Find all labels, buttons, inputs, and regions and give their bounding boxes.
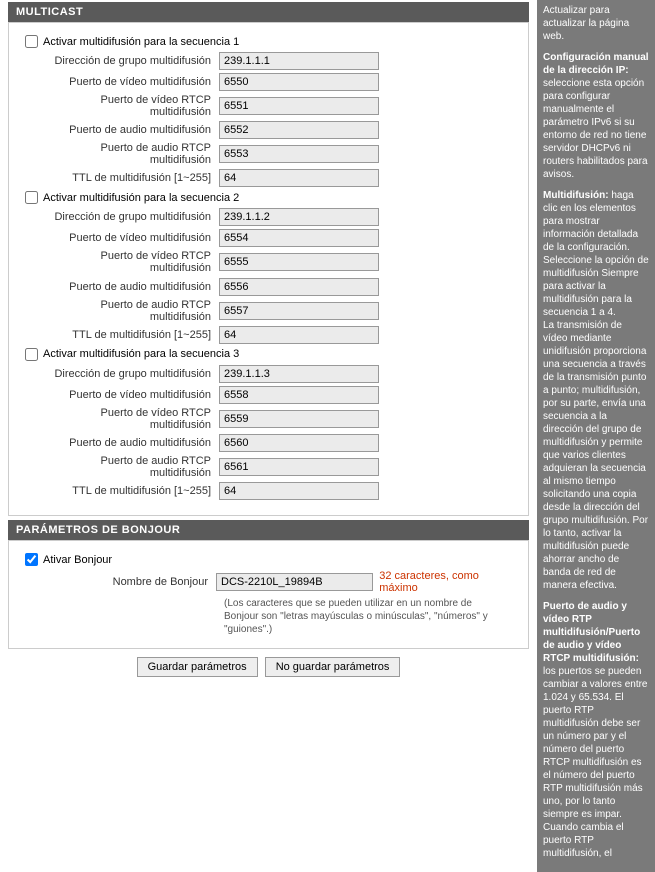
multicast-group-address-input[interactable] — [219, 365, 379, 383]
multicast-body: Activar multidifusión para la secuencia … — [8, 22, 529, 516]
multicast-ttl-input[interactable] — [219, 169, 379, 187]
multicast-video-rtcp-port-label: Puerto de vídeo RTCP multidifusión — [39, 407, 219, 431]
bonjour-name-label: Nombre de Bonjour — [39, 576, 216, 588]
bonjour-name-input[interactable] — [216, 573, 373, 591]
multicast-video-port-label: Puerto de vídeo multidifusión — [39, 232, 219, 244]
bonjour-header: PARÁMETROS DE BONJOUR — [8, 520, 529, 540]
help-sidebar: Actualizar para actualizar la página web… — [537, 0, 655, 872]
multicast-video-rtcp-port-input[interactable] — [219, 253, 379, 271]
cancel-button[interactable]: No guardar parámetros — [265, 657, 401, 677]
multicast-enable-checkbox-2[interactable] — [25, 191, 38, 204]
multicast-ttl-label: TTL de multidifusión [1~255] — [39, 485, 219, 497]
multicast-audio-rtcp-port-input[interactable] — [219, 458, 379, 476]
multicast-header: MULTICAST — [8, 2, 529, 22]
multicast-audio-port-input[interactable] — [219, 434, 379, 452]
multicast-video-rtcp-port-input[interactable] — [219, 410, 379, 428]
multicast-group-address-label: Dirección de grupo multidifusión — [39, 368, 219, 380]
help-text: Puerto de audio y vídeo RTP multidifusió… — [543, 600, 649, 860]
help-text: Multidifusión: haga clic en los elemento… — [543, 189, 649, 592]
multicast-group-address-label: Dirección de grupo multidifusión — [39, 55, 219, 67]
multicast-audio-port-input[interactable] — [219, 278, 379, 296]
multicast-audio-port-label: Puerto de audio multidifusión — [39, 437, 219, 449]
bonjour-enable-label: Ativar Bonjour — [43, 554, 112, 566]
multicast-enable-checkbox-1[interactable] — [25, 35, 38, 48]
multicast-audio-rtcp-port-input[interactable] — [219, 145, 379, 163]
multicast-video-rtcp-port-label: Puerto de vídeo RTCP multidifusión — [39, 250, 219, 274]
multicast-video-port-input[interactable] — [219, 229, 379, 247]
bonjour-body: Ativar Bonjour Nombre de Bonjour 32 cara… — [8, 540, 529, 649]
multicast-group-address-input[interactable] — [219, 52, 379, 70]
help-text: Configuración manual de la dirección IP:… — [543, 51, 649, 181]
bonjour-enable-checkbox[interactable] — [25, 553, 38, 566]
multicast-audio-rtcp-port-label: Puerto de audio RTCP multidifusión — [39, 455, 219, 479]
multicast-video-port-label: Puerto de vídeo multidifusión — [39, 76, 219, 88]
multicast-audio-port-input[interactable] — [219, 121, 379, 139]
multicast-enable-label: Activar multidifusión para la secuencia … — [43, 36, 239, 48]
multicast-audio-rtcp-port-input[interactable] — [219, 302, 379, 320]
bonjour-name-hint: 32 caracteres, como máximo — [379, 570, 518, 594]
multicast-group-address-input[interactable] — [219, 208, 379, 226]
multicast-ttl-label: TTL de multidifusión [1~255] — [39, 329, 219, 341]
multicast-audio-port-label: Puerto de audio multidifusión — [39, 124, 219, 136]
multicast-audio-rtcp-port-label: Puerto de audio RTCP multidifusión — [39, 299, 219, 323]
multicast-enable-label: Activar multidifusión para la secuencia … — [43, 348, 239, 360]
multicast-video-port-input[interactable] — [219, 386, 379, 404]
multicast-ttl-input[interactable] — [219, 482, 379, 500]
multicast-group-address-label: Dirección de grupo multidifusión — [39, 211, 219, 223]
multicast-video-rtcp-port-input[interactable] — [219, 97, 379, 115]
multicast-enable-label: Activar multidifusión para la secuencia … — [43, 192, 239, 204]
multicast-video-port-input[interactable] — [219, 73, 379, 91]
multicast-audio-rtcp-port-label: Puerto de audio RTCP multidifusión — [39, 142, 219, 166]
bonjour-name-note: (Los caracteres que se pueden utilizar e… — [224, 597, 504, 636]
save-button[interactable]: Guardar parámetros — [137, 657, 258, 677]
help-text: Actualizar para actualizar la página web… — [543, 4, 649, 43]
multicast-video-port-label: Puerto de vídeo multidifusión — [39, 389, 219, 401]
multicast-audio-port-label: Puerto de audio multidifusión — [39, 281, 219, 293]
multicast-enable-checkbox-3[interactable] — [25, 348, 38, 361]
multicast-video-rtcp-port-label: Puerto de vídeo RTCP multidifusión — [39, 94, 219, 118]
multicast-ttl-label: TTL de multidifusión [1~255] — [39, 172, 219, 184]
multicast-ttl-input[interactable] — [219, 326, 379, 344]
